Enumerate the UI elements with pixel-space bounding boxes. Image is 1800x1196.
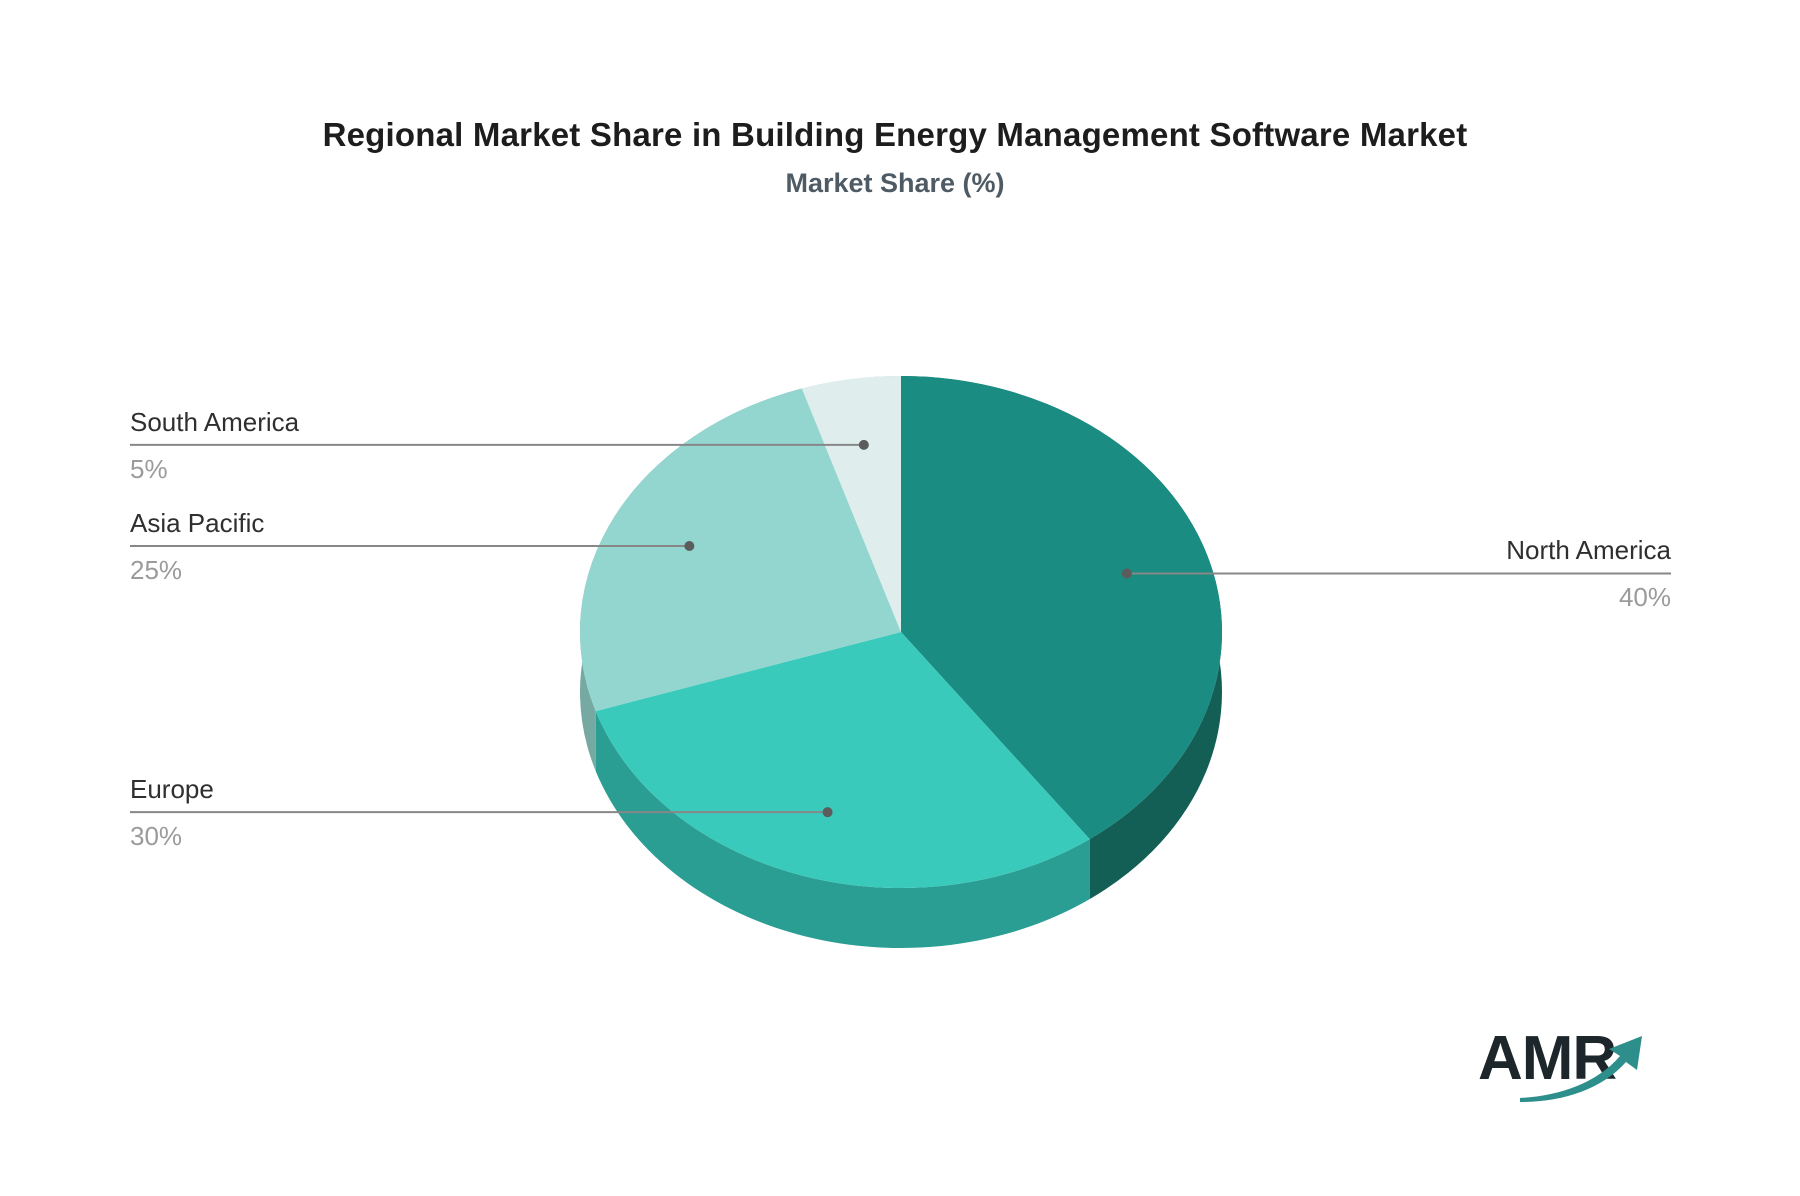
leader-dot-asia-pacific	[684, 540, 695, 551]
slice-label-asia-pacific: Asia Pacific	[130, 507, 265, 538]
amr-logo-arrow-icon	[1520, 1036, 1642, 1102]
slice-value-asia-pacific: 25%	[130, 554, 183, 585]
leader-dot-north-america	[1121, 568, 1132, 579]
slice-label-north-america: North America	[1506, 535, 1671, 566]
pie-chart-3d	[130, 376, 1671, 948]
slice-value-south-america: 5%	[130, 453, 168, 484]
amr-logo: AMR	[1478, 1028, 1678, 1118]
chart-page: { "page": { "title": "Regional Market Sh…	[0, 0, 1800, 1196]
leader-dot-south-america	[858, 439, 869, 450]
slice-label-south-america: South America	[130, 406, 300, 437]
slice-value-north-america: 40%	[1618, 582, 1671, 613]
slice-value-europe: 30%	[130, 821, 183, 852]
slice-label-europe: Europe	[130, 774, 214, 805]
leader-dot-europe	[822, 807, 833, 818]
